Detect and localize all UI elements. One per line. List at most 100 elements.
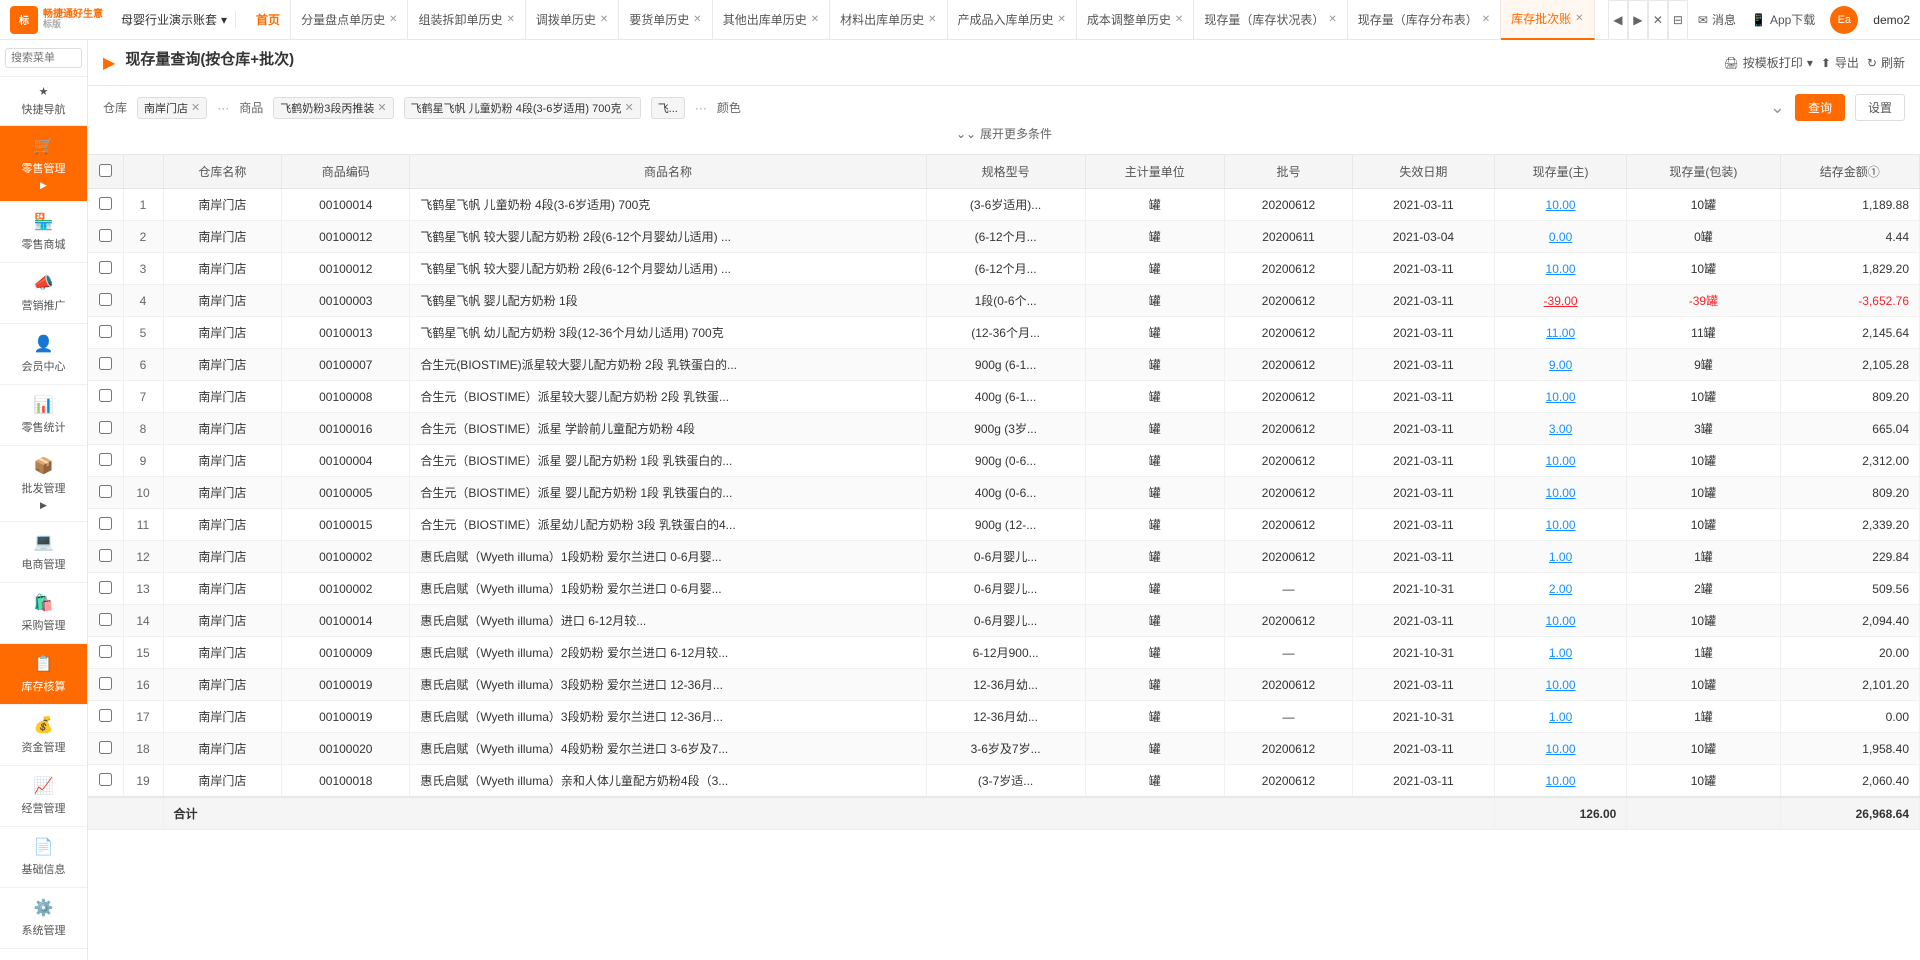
tab-product-in-close[interactable]: ✕ [1058,14,1066,25]
sidebar-item-inventory[interactable]: 📋 库存核算 [0,644,87,705]
row-checkbox[interactable] [88,253,123,285]
product-tag-1[interactable]: 飞鹤奶粉3段丙推装 ✕ [273,97,393,119]
sidebar-item-retail-stats[interactable]: 📊 零售统计 [0,385,87,446]
sidebar-item-retail-mall[interactable]: 🏪 零售商城 [0,202,87,263]
tab-material-out-close[interactable]: ✕ [928,14,936,25]
product-tag-1-remove[interactable]: ✕ [377,101,386,114]
industry-selector[interactable]: 母婴行业演示账套 ▾ [113,11,236,28]
row-current-main[interactable]: 1.00 [1494,637,1627,669]
row-current-main[interactable]: 10.00 [1494,765,1627,798]
warehouse-tag[interactable]: 南岸门店 ✕ [137,97,207,119]
sidebar-item-ecommerce[interactable]: 💻 电商管理 [0,522,87,583]
search-input[interactable] [5,48,82,68]
print-btn[interactable]: 🖨 按模板打印 ▾ [1724,54,1813,71]
row-current-main[interactable]: 1.00 [1494,541,1627,573]
expand-conditions-btn[interactable]: ⌄⌄ 展开更多条件 [956,125,1052,142]
tab-batch-account-close[interactable]: ✕ [1575,13,1583,24]
row-current-main[interactable]: 10.00 [1494,189,1627,221]
row-current-main[interactable]: 10.00 [1494,733,1627,765]
product-tag-3[interactable]: 飞... [651,97,685,119]
row-checkbox[interactable] [88,509,123,541]
warehouse-tag-remove[interactable]: ✕ [191,101,200,114]
row-checkbox[interactable] [88,765,123,798]
select-all-checkbox[interactable] [99,164,112,177]
row-checkbox[interactable] [88,605,123,637]
filter-dots-2[interactable]: ··· [695,101,707,115]
tab-yaohuo[interactable]: 要货单历史 ✕ [619,0,712,40]
sidebar-item-sys-mgmt[interactable]: ⚙️ 系统管理 [0,888,87,949]
row-checkbox[interactable] [88,733,123,765]
tab-menu-btn[interactable]: ⊟ [1668,0,1688,40]
tab-current-dist-close[interactable]: ✕ [1482,14,1490,25]
logo[interactable]: 标 畅捷通好生意 标版 [10,6,103,34]
filter-dots-1[interactable]: ··· [217,101,229,115]
row-current-main[interactable]: 11.00 [1494,317,1627,349]
row-current-main[interactable]: -39.00 [1494,285,1627,317]
export-btn[interactable]: ⬆ 导出 [1821,54,1859,71]
row-checkbox[interactable] [88,701,123,733]
row-current-main[interactable]: 1.00 [1494,701,1627,733]
product-tag-2-remove[interactable]: ✕ [624,101,633,114]
tab-prev-btn[interactable]: ◀ [1608,0,1628,40]
query-btn[interactable]: 查询 [1795,94,1845,121]
sidebar-item-marketing[interactable]: 📣 营销推广 [0,263,87,324]
tab-other-out-close[interactable]: ✕ [811,14,819,25]
row-current-main[interactable]: 10.00 [1494,509,1627,541]
row-current-main[interactable]: 10.00 [1494,605,1627,637]
tab-yaohuo-close[interactable]: ✕ [693,14,701,25]
tab-cost-adjust[interactable]: 成本调整单历史 ✕ [1077,0,1194,40]
tab-other-out[interactable]: 其他出库单历史 ✕ [713,0,830,40]
row-current-main[interactable]: 3.00 [1494,413,1627,445]
row-checkbox[interactable] [88,637,123,669]
row-current-main[interactable]: 10.00 [1494,669,1627,701]
row-current-main[interactable]: 2.00 [1494,573,1627,605]
user-avatar[interactable]: Ea [1830,6,1858,34]
refresh-btn[interactable]: ↻ 刷新 [1867,54,1905,71]
color-dropdown-icon[interactable]: ⌄ [1770,97,1785,118]
row-checkbox[interactable] [88,477,123,509]
expand-sidebar-btn[interactable]: ▶ [103,53,115,73]
message-btn[interactable]: ✉ 消息 [1698,11,1736,28]
tab-zuchai-close[interactable]: ✕ [506,14,514,25]
row-checkbox[interactable] [88,573,123,605]
sidebar-quick-nav[interactable]: ★ 快捷导航 [0,77,87,126]
tab-tiaobo-close[interactable]: ✕ [600,14,608,25]
tab-product-in[interactable]: 产成品入库单历史 ✕ [948,0,1077,40]
row-checkbox[interactable] [88,221,123,253]
app-download-btn[interactable]: 📱 App下载 [1751,11,1815,28]
tab-current-status-close[interactable]: ✕ [1328,14,1336,25]
settings-btn[interactable]: 设置 [1855,94,1905,121]
row-checkbox[interactable] [88,445,123,477]
row-current-main[interactable]: 0.00 [1494,221,1627,253]
row-current-main[interactable]: 10.00 [1494,445,1627,477]
tab-next-btn[interactable]: ▶ [1628,0,1648,40]
sidebar-item-retail-mgmt[interactable]: 🛒 零售管理 ▶ [0,126,87,202]
row-checkbox[interactable] [88,189,123,221]
row-checkbox[interactable] [88,349,123,381]
tab-tiaobo[interactable]: 调拨单历史 ✕ [526,0,619,40]
row-checkbox[interactable] [88,285,123,317]
row-checkbox[interactable] [88,413,123,445]
tab-zuchai[interactable]: 组装拆卸单历史 ✕ [408,0,525,40]
row-checkbox[interactable] [88,381,123,413]
row-current-main[interactable]: 10.00 [1494,381,1627,413]
product-tag-2[interactable]: 飞鹤星飞帆 儿童奶粉 4段(3-6岁适用) 700克 ✕ [404,97,641,119]
sidebar-item-finance[interactable]: 💰 资金管理 [0,705,87,766]
row-checkbox[interactable] [88,541,123,573]
row-current-main[interactable]: 10.00 [1494,253,1627,285]
tab-batch-account[interactable]: 库存批次账 ✕ [1501,0,1594,40]
tab-cost-adjust-close[interactable]: ✕ [1175,14,1183,25]
row-checkbox[interactable] [88,317,123,349]
tab-close-btn[interactable]: ✕ [1648,0,1668,40]
tab-home[interactable]: 首页 [246,0,291,40]
tab-current-status[interactable]: 现存量（库存状况表） ✕ [1194,0,1347,40]
sidebar-item-basic-info[interactable]: 📄 基础信息 [0,827,87,888]
tab-fenpan[interactable]: 分量盘点单历史 ✕ [291,0,408,40]
tab-current-dist[interactable]: 现存量（库存分布表） ✕ [1348,0,1501,40]
tab-fenpan-close[interactable]: ✕ [389,14,397,25]
sidebar-item-wholesale[interactable]: 📦 批发管理 ▶ [0,446,87,522]
row-checkbox[interactable] [88,669,123,701]
tab-material-out[interactable]: 材料出库单历史 ✕ [830,0,947,40]
row-current-main[interactable]: 10.00 [1494,477,1627,509]
sidebar-item-company-coop[interactable]: 🤝 企业协同 [0,949,87,960]
